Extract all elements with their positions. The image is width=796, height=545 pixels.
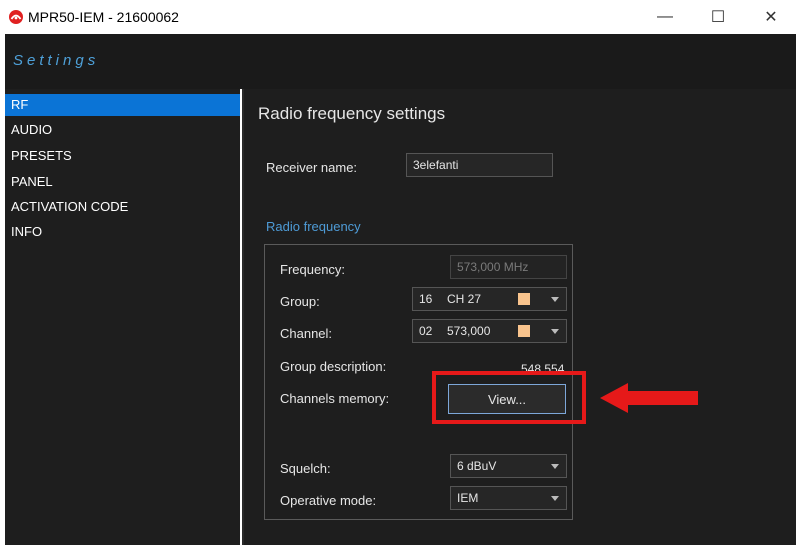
sidebar-item-activation-code[interactable]: ACTIVATION CODE (5, 196, 240, 218)
channel-label: Channel: (280, 326, 333, 341)
maximize-icon: ☐ (710, 9, 726, 26)
receiver-name-input[interactable]: 3elefanti (406, 153, 553, 177)
chevron-down-icon (551, 297, 559, 302)
chevron-down-icon (551, 496, 559, 501)
maximize-button[interactable]: ☐ (695, 0, 741, 34)
operative-mode-value: IEM (457, 491, 479, 505)
page-title: Settings (13, 52, 100, 69)
sidebar-item-presets[interactable]: PRESETS (5, 145, 240, 167)
group-value: CH 27 (447, 292, 482, 306)
sidebar-item-panel[interactable]: PANEL (5, 171, 240, 193)
sidebar-item-rf[interactable]: RF (5, 94, 240, 116)
group-color-swatch (518, 293, 530, 305)
left-arrow-icon (600, 383, 698, 413)
receiver-name-label: Receiver name: (266, 160, 358, 175)
app-logo-icon (9, 10, 23, 24)
group-number: 16 (419, 292, 433, 306)
highlight-box (432, 371, 586, 424)
section-title: Radio frequency settings (258, 104, 446, 123)
group-dropdown[interactable]: 16 CH 27 (412, 287, 567, 311)
sidebar: RF AUDIO PRESETS PANEL ACTIVATION CODE I… (5, 89, 240, 545)
group-label: Group: (280, 294, 320, 309)
channel-value: 573,000 (447, 324, 491, 338)
frequency-label: Frequency: (280, 262, 346, 277)
operative-mode-dropdown[interactable]: IEM (450, 486, 567, 510)
settings-header: Settings (5, 34, 796, 89)
sidebar-item-info[interactable]: INFO (5, 221, 240, 243)
rf-settings-panel: Radio frequency settings Receiver name: … (244, 89, 796, 545)
minimize-icon: — (657, 8, 673, 25)
chevron-down-icon (551, 464, 559, 469)
operative-mode-label: Operative mode: (280, 493, 377, 508)
close-icon: ✕ (764, 9, 778, 26)
window-title: MPR50-IEM - 21600062 (28, 9, 179, 25)
minimize-button[interactable]: — (642, 0, 688, 34)
close-button[interactable]: ✕ (748, 0, 794, 34)
group-description-label: Group description: (280, 359, 387, 374)
channel-dropdown[interactable]: 02 573,000 (412, 319, 567, 343)
window-titlebar: MPR50-IEM - 21600062 — ☐ ✕ (0, 0, 796, 34)
squelch-value: 6 dBuV (457, 459, 497, 473)
channels-memory-label: Channels memory: (280, 391, 390, 406)
chevron-down-icon (551, 329, 559, 334)
channel-color-swatch (518, 325, 530, 337)
squelch-label: Squelch: (280, 461, 331, 476)
channel-number: 02 (419, 324, 433, 338)
frequency-field: 573,000 MHz (450, 255, 567, 279)
radio-frequency-group-title: Radio frequency (266, 219, 361, 234)
squelch-dropdown[interactable]: 6 dBuV (450, 454, 567, 478)
sidebar-item-audio[interactable]: AUDIO (5, 119, 240, 141)
